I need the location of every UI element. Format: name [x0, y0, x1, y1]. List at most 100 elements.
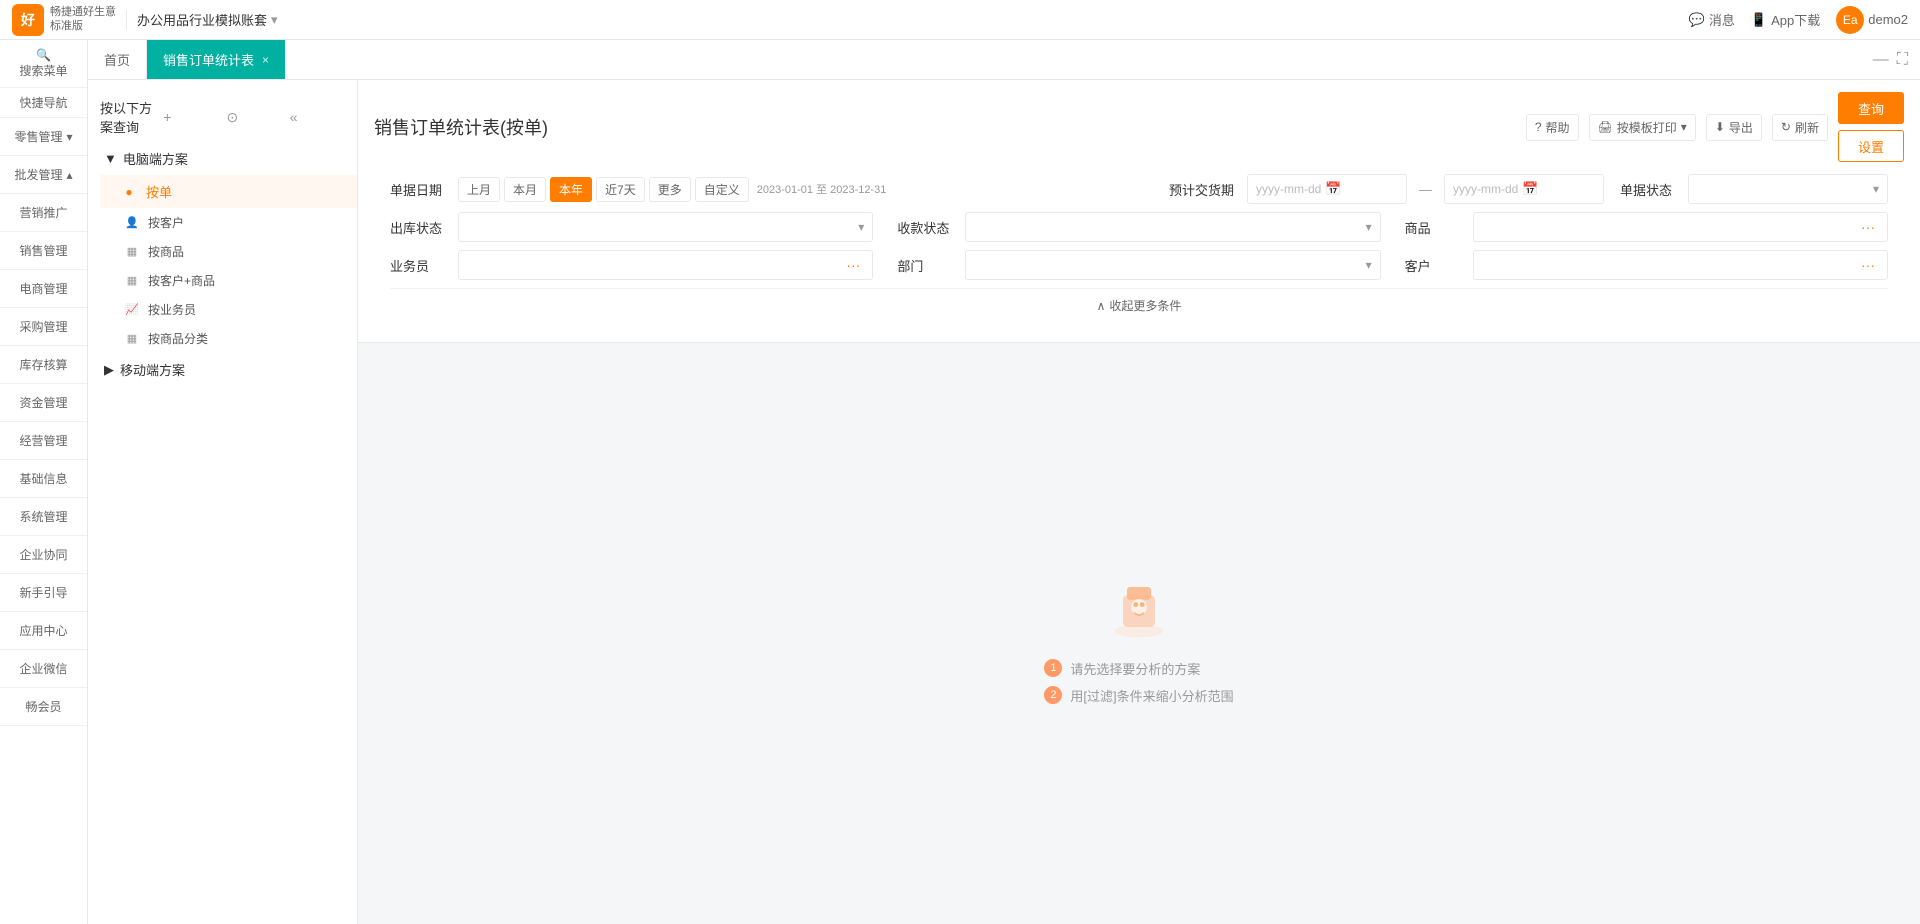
scheme-item-by-customer[interactable]: 👤 按客户 — [100, 208, 357, 237]
date-range-text: 2023-01-01 至 2023-12-31 — [757, 181, 887, 197]
scheme-item-customer-goods[interactable]: ▦ 按客户+商品 — [100, 266, 357, 295]
expected-date-start[interactable]: yyyy-mm-dd 📅 — [1247, 174, 1407, 204]
search-button[interactable]: 查询 — [1838, 92, 1904, 124]
date-btn-this-month[interactable]: 本月 — [504, 177, 546, 202]
mobile-section-header[interactable]: ▶ 移动端方案 — [88, 353, 357, 386]
app-download-button[interactable]: 📱 App下载 — [1751, 10, 1820, 29]
message-button[interactable]: 💬 消息 — [1689, 10, 1735, 29]
date-separator: — — [1415, 182, 1436, 197]
tab-sales-order-summary[interactable]: 销售订单统计表 × — [147, 40, 285, 79]
sidebar-item-purchase[interactable]: 采购管理 — [0, 308, 87, 346]
main-layout: 🔍 搜索菜单 快捷导航 零售管理 ▾ 批发管理 ▴ 营销推广 销售管理 电商管理… — [0, 40, 1920, 924]
goods-select[interactable]: ··· — [1473, 212, 1888, 242]
user-menu[interactable]: Ea demo2 — [1836, 6, 1908, 34]
topbar-right: 💬 消息 📱 App下载 Ea demo2 — [1689, 6, 1908, 34]
edit-scheme-button[interactable]: ⊙ — [227, 109, 282, 126]
filter-row-3: 业务员 ··· 部门 ▾ 客户 — [390, 250, 1888, 280]
empty-tips: 1 请先选择要分析的方案 2 用[过滤]条件来缩小分析范围 — [1044, 659, 1233, 705]
app-logo: 好 畅捷通好生意 标准版 — [12, 4, 116, 36]
filter-row-1: 单据日期 上月 本月 本年 近7天 更多 自定义 2023-01-01 至 20… — [390, 174, 1888, 204]
sidebar-item-sales[interactable]: 销售管理 — [0, 232, 87, 270]
export-icon: ⬇ — [1715, 120, 1725, 134]
sidebar-item-base-info[interactable]: 基础信息 — [0, 460, 87, 498]
sidebar-item-enterprise[interactable]: 企业协同 — [0, 536, 87, 574]
scheme-item-by-order[interactable]: ● 按单 — [100, 175, 357, 208]
print-button[interactable]: 🖨 按模板打印 ▾ — [1589, 114, 1696, 141]
salesperson-more-icon[interactable]: ··· — [842, 257, 864, 273]
minimize-button[interactable]: — — [1873, 51, 1889, 69]
chevron-down-icon: ▾ — [66, 130, 72, 144]
expected-date-end[interactable]: yyyy-mm-dd 📅 — [1444, 174, 1604, 204]
topbar-divider — [126, 10, 127, 30]
collection-select[interactable]: ▾ — [965, 212, 1380, 242]
delivery-label: 出库状态 — [390, 218, 450, 237]
goods-more-icon[interactable]: ··· — [1857, 219, 1879, 235]
tip-number-1: 1 — [1044, 659, 1062, 677]
message-icon: 💬 — [1689, 12, 1705, 28]
date-btn-last-month[interactable]: 上月 — [458, 177, 500, 202]
setting-button[interactable]: 设置 — [1838, 130, 1904, 162]
sidebar-item-guide[interactable]: 新手引导 — [0, 574, 87, 612]
customer-label: 客户 — [1405, 256, 1465, 275]
date-btn-custom[interactable]: 自定义 — [695, 177, 749, 202]
active-scheme-icon: ● — [120, 183, 138, 201]
dept-select[interactable]: ▾ — [965, 250, 1380, 280]
customer-more-icon[interactable]: ··· — [1857, 257, 1879, 273]
sidebar-search[interactable]: 🔍 搜索菜单 — [0, 40, 87, 88]
salesperson-select[interactable]: ··· — [458, 250, 873, 280]
goods-label: 商品 — [1405, 218, 1465, 237]
sidebar-item-marketing[interactable]: 营销推广 — [0, 194, 87, 232]
sidebar-item-management[interactable]: 经营管理 — [0, 422, 87, 460]
tabbar-right: — ⛶ — [1873, 51, 1920, 69]
status-select[interactable]: ▾ — [1688, 174, 1888, 204]
help-button[interactable]: ? 帮助 — [1526, 114, 1579, 141]
sidebar-item-member[interactable]: 畅会员 — [0, 688, 87, 726]
collection-label: 收款状态 — [897, 218, 957, 237]
avatar: Ea — [1836, 6, 1864, 34]
sidebar-item-inventory[interactable]: 库存核算 — [0, 346, 87, 384]
sidebar-item-wechat[interactable]: 企业微信 — [0, 650, 87, 688]
topbar: 好 畅捷通好生意 标准版 办公用品行业模拟账套 ▾ 💬 消息 📱 App下载 E… — [0, 0, 1920, 40]
collapse-filter-button[interactable]: ∧ 收起更多条件 — [390, 288, 1888, 322]
sidebar-item-wholesale[interactable]: 批发管理 ▴ — [0, 156, 87, 194]
pc-section-header[interactable]: ▼ 电脑端方案 — [88, 142, 357, 175]
export-button[interactable]: ⬇ 导出 — [1706, 114, 1762, 141]
page-title: 销售订单统计表(按单) — [374, 114, 548, 140]
customer-select[interactable]: ··· — [1473, 250, 1888, 280]
dept-label: 部门 — [897, 256, 957, 275]
sidebar-item-system[interactable]: 系统管理 — [0, 498, 87, 536]
scheme-item-by-goods[interactable]: ▦ 按商品 — [100, 237, 357, 266]
arrow-right-icon: ▶ — [104, 362, 114, 378]
topbar-dropdown-icon[interactable]: ▾ — [271, 12, 278, 28]
refresh-button[interactable]: ↻ 刷新 — [1772, 114, 1828, 141]
tab-home[interactable]: 首页 — [88, 40, 147, 79]
empty-illustration — [1099, 563, 1179, 643]
scheme-item-by-category[interactable]: ▦ 按商品分类 — [100, 324, 357, 353]
tab-close-button[interactable]: × — [262, 53, 269, 67]
customer-scheme-icon: 👤 — [124, 215, 140, 231]
print-dropdown-icon: ▾ — [1681, 120, 1687, 134]
scheme-item-by-salesperson[interactable]: 📈 按业务员 — [100, 295, 357, 324]
filter-row-2: 出库状态 ▾ 收款状态 ▾ 商品 — [390, 212, 1888, 242]
sidebar-item-finance[interactable]: 资金管理 — [0, 384, 87, 422]
add-scheme-button[interactable]: + — [163, 109, 218, 125]
sidebar-item-app-center[interactable]: 应用中心 — [0, 612, 87, 650]
page-content: 按以下方案查询 + ⊙ « ▼ 电脑端方案 ● 按单 👤 按客户 — [88, 80, 1920, 924]
print-icon: 🖨 — [1598, 120, 1613, 134]
sidebar-quick-nav[interactable]: 快捷导航 — [0, 88, 87, 118]
status-chevron-icon: ▾ — [1873, 182, 1879, 196]
page-title-row: 销售订单统计表(按单) ? 帮助 🖨 按模板打印 — [374, 92, 1904, 162]
topbar-title: 办公用品行业模拟账套 — [137, 10, 267, 29]
status-label: 单据状态 — [1620, 180, 1680, 199]
date-btn-this-year[interactable]: 本年 — [550, 177, 592, 202]
sidebar-item-ecommerce[interactable]: 电商管理 — [0, 270, 87, 308]
maximize-button[interactable]: ⛶ — [1897, 51, 1908, 69]
collapse-panel-button[interactable]: « — [290, 109, 345, 125]
date-btn-more[interactable]: 更多 — [649, 177, 691, 202]
delivery-select[interactable]: ▾ — [458, 212, 873, 242]
sidebar: 🔍 搜索菜单 快捷导航 零售管理 ▾ 批发管理 ▴ 营销推广 销售管理 电商管理… — [0, 40, 88, 924]
sidebar-item-retail[interactable]: 零售管理 ▾ — [0, 118, 87, 156]
delivery-chevron-icon: ▾ — [858, 220, 864, 234]
dept-chevron-icon: ▾ — [1366, 258, 1372, 272]
date-btn-last-7days[interactable]: 近7天 — [596, 177, 645, 202]
